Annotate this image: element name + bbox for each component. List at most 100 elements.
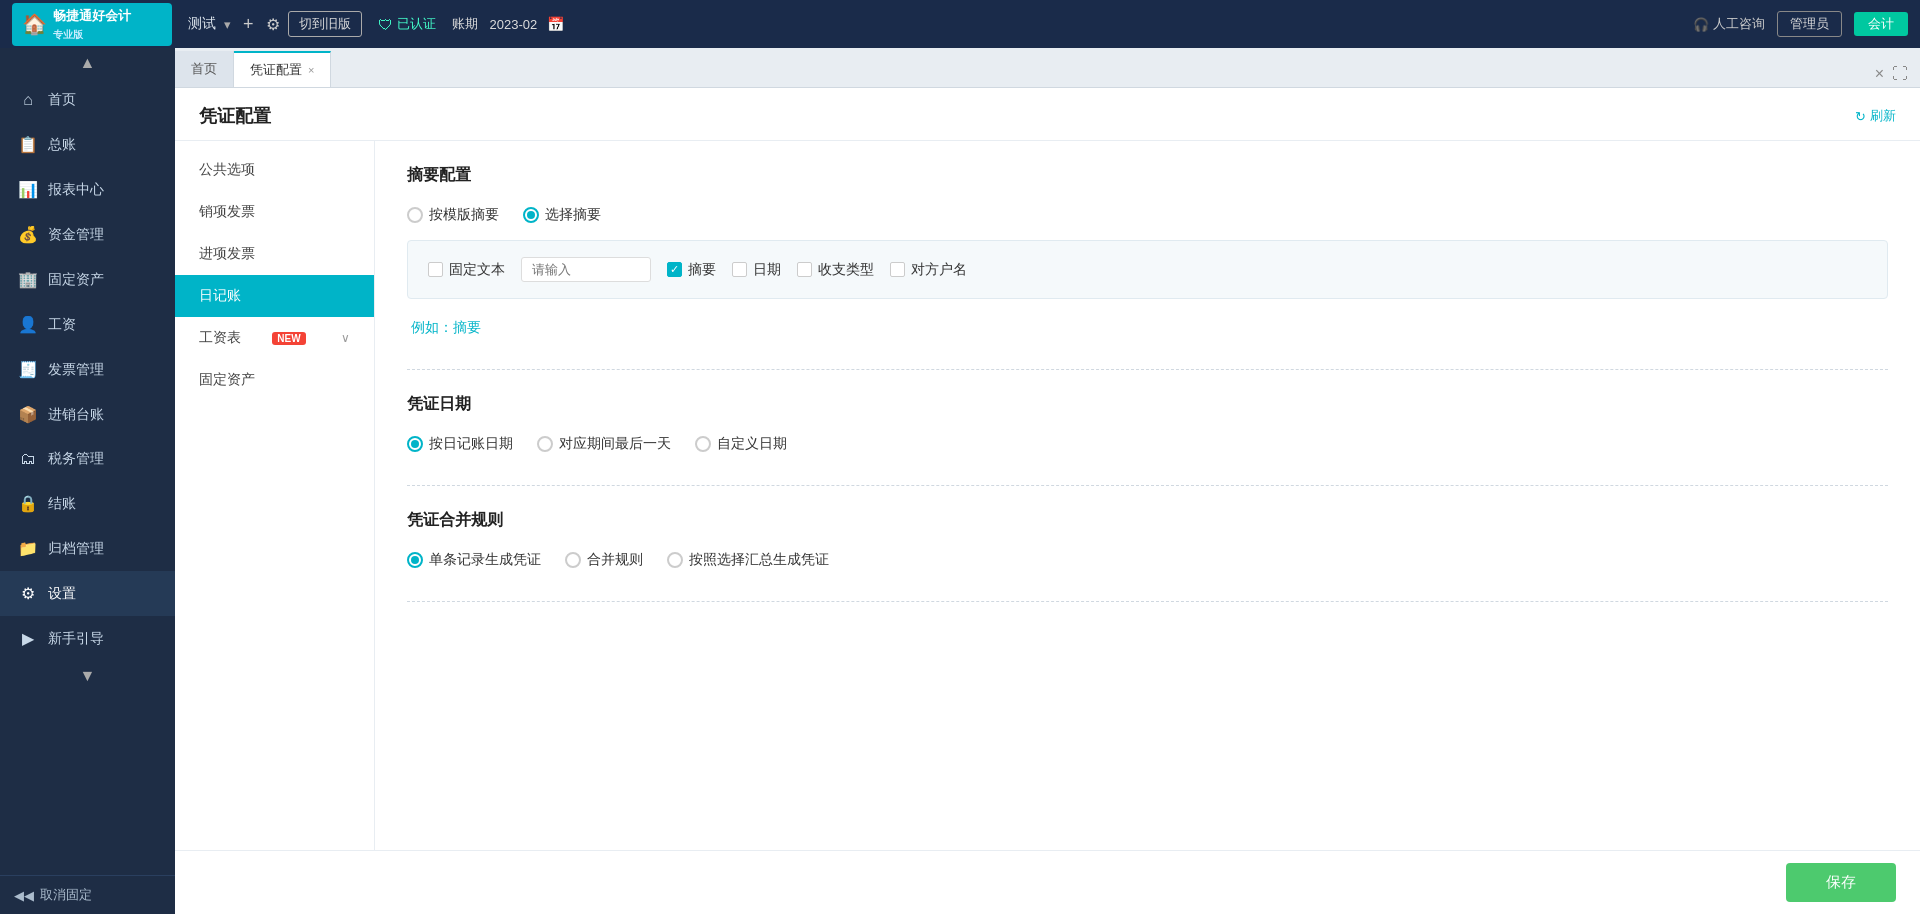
close-period-icon: 🔒 (18, 494, 38, 513)
main-layout: ▲ ⌂ 首页 📋 总账 📊 报表中心 💰 资金管理 🏢 固定资产 (0, 48, 1920, 914)
radio-single[interactable]: 单条记录生成凭证 (407, 551, 541, 569)
tab-home[interactable]: 首页 (175, 51, 234, 87)
radio-single-circle (407, 552, 423, 568)
merge-section: 凭证合并规则 单条记录生成凭证 合并规则 (407, 510, 1888, 569)
close-tab-button[interactable]: × (1875, 65, 1884, 83)
sidebar-scroll-down-button[interactable]: ▼ (76, 663, 100, 689)
sidebar-item-tax[interactable]: 🗂 税务管理 (0, 437, 175, 481)
sidebar-item-home[interactable]: ⌂ 首页 (0, 78, 175, 122)
inner-layout: 公共选项 销项发票 进项发票 日记账 工资表 NEW ∨ (175, 141, 1920, 914)
radio-select-summary-circle (523, 207, 539, 223)
tab-config[interactable]: 凭证配置 × (234, 51, 331, 87)
right-panel: 摘要配置 按模版摘要 选择摘要 (375, 141, 1920, 914)
sidebar-label-assets: 固定资产 (48, 271, 104, 289)
sidebar-label-tax: 税务管理 (48, 450, 104, 468)
left-nav-item-public[interactable]: 公共选项 (175, 149, 374, 191)
sidebar-item-close[interactable]: 🔒 结账 (0, 481, 175, 526)
checkbox-summary[interactable]: 摘要 (667, 261, 716, 279)
radio-custom-date[interactable]: 自定义日期 (695, 435, 787, 453)
service-icon: 🎧 (1693, 17, 1709, 32)
left-nav-item-fixed-assets[interactable]: 固定资产 (175, 359, 374, 401)
sidebar: ▲ ⌂ 首页 📋 总账 📊 报表中心 💰 资金管理 🏢 固定资产 (0, 48, 175, 914)
sidebar-item-ledger[interactable]: 📋 总账 (0, 122, 175, 167)
checkbox-fixed-text[interactable]: 固定文本 (428, 261, 505, 279)
sidebar-label-close: 结账 (48, 495, 76, 513)
divider-1 (407, 369, 1888, 370)
page-content: 凭证配置 ↻ 刷新 公共选项 销项发票 进项发票 (175, 88, 1920, 914)
sidebar-item-funds[interactable]: 💰 资金管理 (0, 212, 175, 257)
radio-select-summary-label: 选择摘要 (545, 206, 601, 224)
switch-version-button[interactable]: 切到旧版 (288, 11, 362, 37)
fixed-text-input[interactable] (521, 257, 651, 282)
assets-icon: 🏢 (18, 270, 38, 289)
radio-template[interactable]: 按模版摘要 (407, 206, 499, 224)
radio-last-day-circle (537, 436, 553, 452)
admin-button[interactable]: 管理员 (1777, 11, 1842, 37)
company-name: 测试 (188, 15, 216, 33)
refresh-icon: ↻ (1855, 109, 1866, 124)
tab-actions: × ⛶ (1875, 65, 1920, 87)
tab-home-label: 首页 (191, 60, 217, 78)
summary-checkbox-row: 固定文本 摘要 日期 (407, 240, 1888, 299)
add-icon[interactable]: + (239, 14, 258, 35)
left-nav-item-payroll-table[interactable]: 工资表 NEW ∨ (175, 317, 374, 359)
guide-icon: ▶ (18, 629, 38, 648)
radio-merge-rule[interactable]: 合并规则 (565, 551, 643, 569)
merge-section-title: 凭证合并规则 (407, 510, 1888, 531)
left-nav-item-purchase-invoice[interactable]: 进项发票 (175, 233, 374, 275)
date-radio-group: 按日记账日期 对应期间最后一天 自定义日期 (407, 435, 1888, 453)
reports-icon: 📊 (18, 180, 38, 199)
checkbox-date-label: 日期 (753, 261, 781, 279)
merge-radio-group: 单条记录生成凭证 合并规则 按照选择汇总生成凭证 (407, 551, 1888, 569)
app-sub: 专业版 (53, 29, 83, 40)
summary-section-title: 摘要配置 (407, 165, 1888, 186)
checkbox-counterpart-label: 对方户名 (911, 261, 967, 279)
sidebar-item-invoice[interactable]: 🧾 发票管理 (0, 347, 175, 392)
sidebar-item-archive[interactable]: 📁 归档管理 (0, 526, 175, 571)
sidebar-scroll-up-button[interactable]: ▲ (76, 50, 100, 76)
topbar-right: 🎧 人工咨询 管理员 会计 (1693, 11, 1908, 37)
cancel-fixed-button[interactable]: ◀◀ 取消固定 (0, 875, 175, 914)
sidebar-item-assets[interactable]: 🏢 固定资产 (0, 257, 175, 302)
left-nav-item-diary[interactable]: 日记账 (175, 275, 374, 317)
checkbox-income-type-box (797, 262, 812, 277)
sidebar-label-funds: 资金管理 (48, 226, 104, 244)
sidebar-item-guide[interactable]: ▶ 新手引导 (0, 616, 175, 661)
sidebar-label-ledger: 总账 (48, 136, 76, 154)
radio-diary-date[interactable]: 按日记账日期 (407, 435, 513, 453)
checkbox-fixed-text-label: 固定文本 (449, 261, 505, 279)
save-button[interactable]: 保存 (1786, 863, 1896, 902)
tab-config-close-icon[interactable]: × (308, 64, 314, 76)
radio-select-merge[interactable]: 按照选择汇总生成凭证 (667, 551, 829, 569)
calendar-icon[interactable]: 📅 (547, 16, 564, 32)
checkbox-date-box (732, 262, 747, 277)
date-section: 凭证日期 按日记账日期 对应期间最后一天 (407, 394, 1888, 453)
app-logo: 🏠 畅捷通好会计 专业版 (12, 3, 172, 46)
checkbox-income-type-label: 收支类型 (818, 261, 874, 279)
sidebar-label-archive: 归档管理 (48, 540, 104, 558)
accountant-button[interactable]: 会计 (1854, 12, 1908, 36)
sidebar-item-sales[interactable]: 📦 进销台账 (0, 392, 175, 437)
radio-merge-rule-label: 合并规则 (587, 551, 643, 569)
refresh-button[interactable]: ↻ 刷新 (1855, 107, 1896, 125)
sidebar-label-reports: 报表中心 (48, 181, 104, 199)
unpin-icon: ◀◀ (14, 888, 34, 903)
service-button[interactable]: 🎧 人工咨询 (1693, 15, 1765, 33)
sidebar-label-guide: 新手引导 (48, 630, 104, 648)
funds-icon: 💰 (18, 225, 38, 244)
sidebar-item-reports[interactable]: 📊 报表中心 (0, 167, 175, 212)
checkbox-income-type[interactable]: 收支类型 (797, 261, 874, 279)
company-dropdown-icon[interactable]: ▾ (224, 17, 231, 32)
sidebar-label-payroll: 工资 (48, 316, 76, 334)
sidebar-item-payroll[interactable]: 👤 工资 (0, 302, 175, 347)
radio-select-summary[interactable]: 选择摘要 (523, 206, 601, 224)
settings-icon[interactable]: ⚙ (266, 15, 280, 34)
radio-last-day[interactable]: 对应期间最后一天 (537, 435, 671, 453)
page-title: 凭证配置 (199, 104, 271, 128)
checkbox-date[interactable]: 日期 (732, 261, 781, 279)
left-nav-item-sales-invoice[interactable]: 销项发票 (175, 191, 374, 233)
left-nav: 公共选项 销项发票 进项发票 日记账 工资表 NEW ∨ (175, 141, 375, 914)
expand-tab-button[interactable]: ⛶ (1892, 65, 1908, 83)
checkbox-counterpart[interactable]: 对方户名 (890, 261, 967, 279)
sidebar-item-settings[interactable]: ⚙ 设置 (0, 571, 175, 616)
